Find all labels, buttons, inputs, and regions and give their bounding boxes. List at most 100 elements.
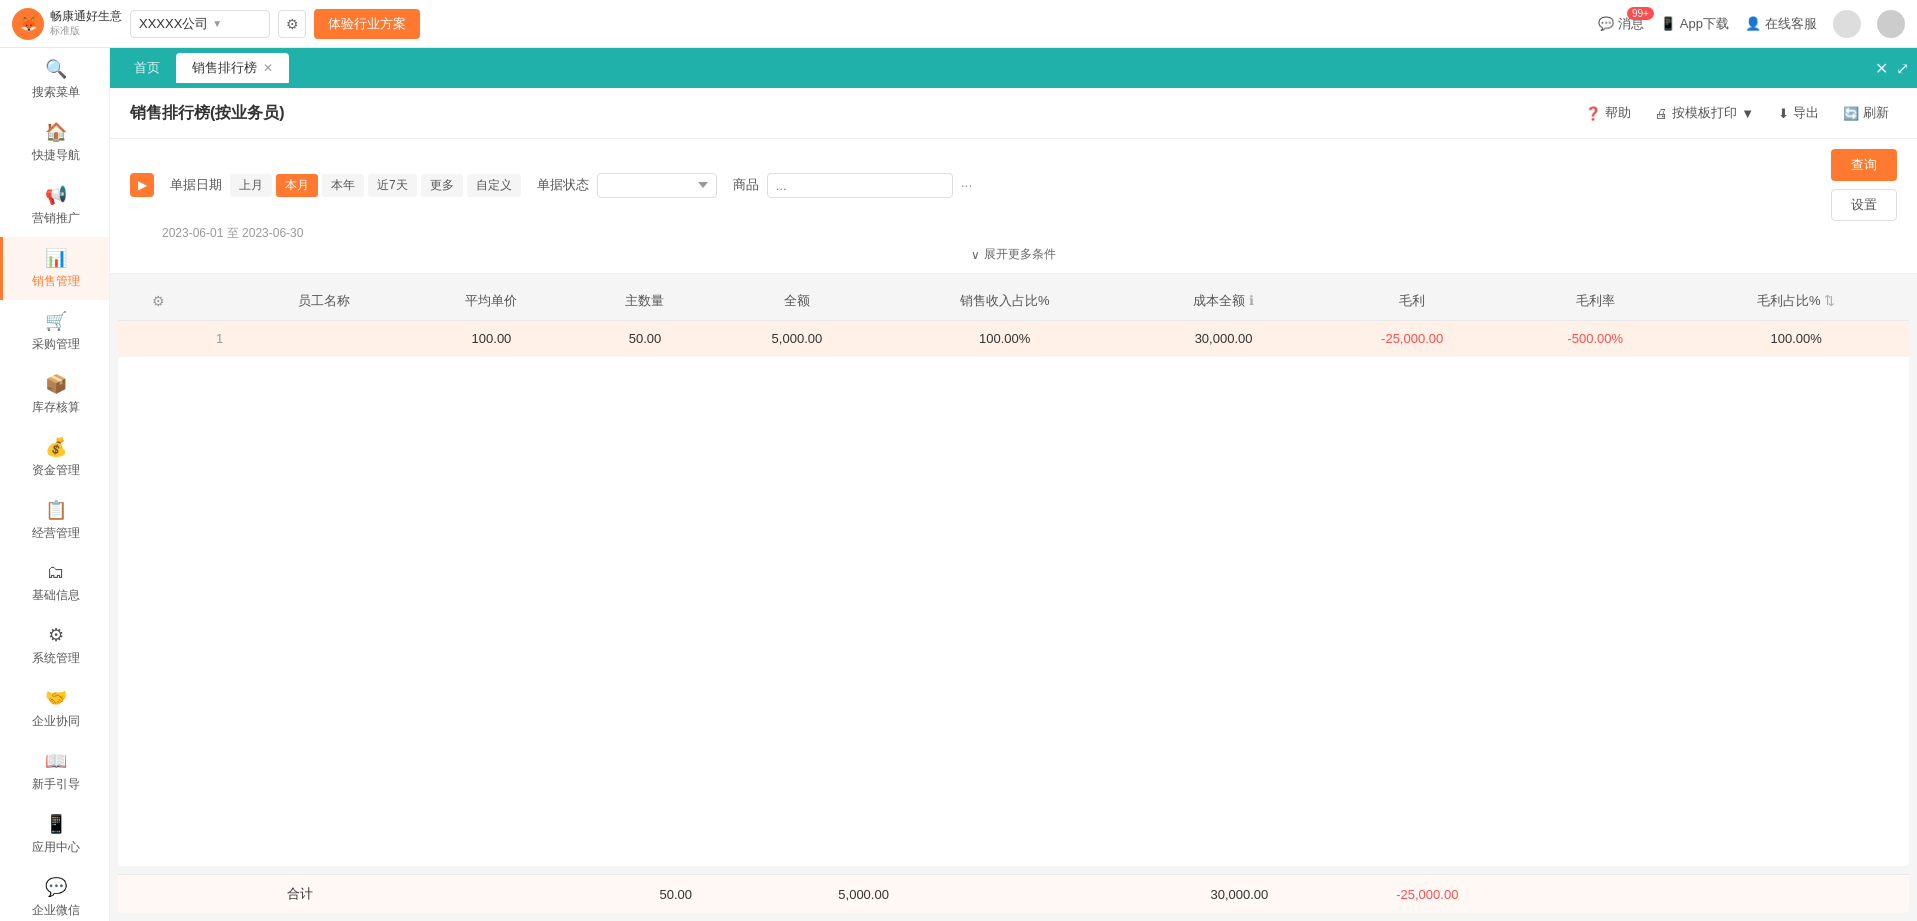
- row-sales-pct-cell: 100.00%: [879, 321, 1130, 357]
- date-pill-7days[interactable]: 近7天: [368, 174, 417, 197]
- date-pill-last-month[interactable]: 上月: [230, 174, 272, 197]
- date-pill-this-month[interactable]: 本月: [276, 174, 318, 197]
- refresh-icon: 🔄: [1843, 106, 1859, 121]
- company-name: XXXXX公司: [139, 15, 208, 33]
- status-label: 单据状态: [537, 176, 589, 194]
- expand-btn[interactable]: ∨ 展开更多条件: [971, 246, 1056, 263]
- sidebar-item-quick-nav[interactable]: 🏠 快捷导航: [0, 111, 109, 174]
- sidebar-item-basics[interactable]: 🗂 基础信息: [0, 552, 109, 614]
- sidebar-item-wechat[interactable]: 💬 企业微信: [0, 866, 109, 921]
- sidebar-item-finance[interactable]: 💰 资金管理: [0, 426, 109, 489]
- app-download-btn[interactable]: 📱 App下载: [1660, 15, 1729, 33]
- message-badge: 99+: [1627, 7, 1654, 20]
- purchase-icon: 🛒: [45, 310, 67, 332]
- profit-pct-label: 毛利占比%: [1757, 293, 1821, 308]
- query-button[interactable]: 查询: [1831, 149, 1897, 181]
- footer-label: 合计: [206, 885, 394, 903]
- sidebar-item-search-order[interactable]: 🔍 搜索菜单: [0, 48, 109, 111]
- tab-sales-rank[interactable]: 销售排行榜 ✕: [176, 53, 289, 83]
- logo-icon: 🦊: [12, 8, 44, 40]
- print-button[interactable]: 🖨 按模板打印 ▼: [1647, 100, 1762, 126]
- date-pill-more[interactable]: 更多: [421, 174, 463, 197]
- footer-quantity: 50.00: [582, 887, 770, 902]
- row-quantity-cell: 50.00: [575, 321, 714, 357]
- table-footer: 合计 50.00 5,000.00 30,000.00 -25,000.00: [118, 874, 1909, 913]
- date-filter-group: 单据日期 上月 本月 本年 近7天 更多 自定义: [170, 174, 521, 197]
- sidebar-label-purchase: 采购管理: [32, 336, 80, 353]
- help-button[interactable]: ❓ 帮助: [1577, 100, 1639, 126]
- col-avg-price: 平均单价: [408, 282, 576, 321]
- cost-info-icon[interactable]: ℹ: [1249, 293, 1254, 308]
- profit-pct-sort-icon[interactable]: ⇅: [1824, 293, 1835, 308]
- message-icon: 💬: [1598, 16, 1614, 31]
- col-profit: 毛利: [1317, 282, 1507, 321]
- date-pills: 上月 本月 本年 近7天 更多 自定义: [230, 174, 521, 197]
- sales-table: ⚙ 员工名称 平均单价 主数量 全额 销售收入占比% 成本全额 ℹ: [118, 282, 1909, 357]
- tab-home[interactable]: 首页: [118, 53, 176, 83]
- export-button[interactable]: ⬇ 导出: [1770, 100, 1827, 126]
- company-selector[interactable]: XXXXX公司 ▼: [130, 10, 270, 38]
- support-label: 在线客服: [1765, 15, 1817, 33]
- column-settings-icon[interactable]: ⚙: [152, 293, 165, 309]
- table-wrapper: ⚙ 员工名称 平均单价 主数量 全额 销售收入占比% 成本全额 ℹ: [118, 282, 1909, 866]
- goods-label: 商品: [733, 176, 759, 194]
- goods-more-btn[interactable]: ···: [961, 177, 973, 193]
- enterprise-icon: 🤝: [45, 687, 67, 709]
- col-amount: 全额: [715, 282, 880, 321]
- refresh-button[interactable]: 🔄 刷新: [1835, 100, 1897, 126]
- row-profit-cell: -25,000.00: [1317, 321, 1507, 357]
- settings-button[interactable]: 设置: [1831, 189, 1897, 221]
- sidebar-item-operations[interactable]: 📋 经营管理: [0, 489, 109, 552]
- tab-bar: 首页 销售排行榜 ✕ ✕ ⤢: [110, 48, 1917, 88]
- settings-icon[interactable]: ⚙: [278, 10, 306, 38]
- app-icon: 📱: [1660, 16, 1676, 31]
- table-row: 1 100.00 50.00 5,000.00 100.00% 30,000.0…: [118, 321, 1909, 357]
- trial-button[interactable]: 体验行业方案: [314, 9, 420, 39]
- footer-profit: -25,000.00: [1333, 887, 1521, 902]
- table-header-row: ⚙ 员工名称 平均单价 主数量 全额 销售收入占比% 成本全额 ℹ: [118, 282, 1909, 321]
- top-header: 🦊 畅康通好生意 标准版 XXXXX公司 ▼ ⚙ 体验行业方案 💬 消息 99+…: [0, 0, 1917, 48]
- sales-icon: 📊: [45, 247, 67, 269]
- avatar[interactable]: [1833, 10, 1861, 38]
- sidebar-label-appstore: 应用中心: [32, 839, 80, 856]
- cost-label: 成本全额: [1193, 293, 1245, 308]
- wechat-icon: 💬: [45, 876, 67, 898]
- sidebar-item-appstore[interactable]: 📱 应用中心: [0, 803, 109, 866]
- logo-text: 畅康通好生意: [50, 9, 122, 25]
- goods-input[interactable]: [767, 173, 953, 198]
- sidebar-item-guide[interactable]: 📖 新手引导: [0, 740, 109, 803]
- filter-toggle-btn[interactable]: ▶: [130, 173, 154, 197]
- message-btn[interactable]: 💬 消息 99+: [1598, 15, 1644, 33]
- company-dropdown-arrow: ▼: [212, 18, 222, 29]
- row-settings-cell: [118, 321, 200, 357]
- sidebar-item-sales[interactable]: 📊 销售管理: [0, 237, 109, 300]
- sidebar-item-marketing[interactable]: 📢 营销推广: [0, 174, 109, 237]
- tab-sales-rank-label: 销售排行榜: [192, 59, 257, 77]
- tab-close-icon[interactable]: ✕: [263, 61, 273, 75]
- sidebar-item-system[interactable]: ⚙ 系统管理: [0, 614, 109, 677]
- date-pill-custom[interactable]: 自定义: [467, 174, 521, 197]
- print-arrow: ▼: [1741, 106, 1754, 121]
- sidebar-item-inventory[interactable]: 📦 库存核算: [0, 363, 109, 426]
- col-settings: ⚙: [118, 282, 200, 321]
- row-profit-rate-cell: -500.00%: [1507, 321, 1683, 357]
- date-label: 单据日期: [170, 176, 222, 194]
- tab-maximize-btn[interactable]: ⤢: [1896, 59, 1909, 78]
- sidebar-item-purchase[interactable]: 🛒 采购管理: [0, 300, 109, 363]
- footer-amount: 5,000.00: [770, 887, 958, 902]
- sidebar-label-inventory: 库存核算: [32, 399, 80, 416]
- filter-toggle-icon: ▶: [138, 178, 147, 192]
- col-profit-pct: 毛利占比% ⇅: [1683, 282, 1909, 321]
- row-amount-cell: 5,000.00: [715, 321, 880, 357]
- tab-close-btn[interactable]: ✕: [1875, 59, 1888, 78]
- page-title: 销售排行榜(按业务员): [130, 103, 1577, 124]
- avatar-placeholder: [1877, 10, 1905, 38]
- date-pill-this-year[interactable]: 本年: [322, 174, 364, 197]
- sidebar-label-wechat: 企业微信: [32, 902, 80, 919]
- col-sales-pct: 销售收入占比%: [879, 282, 1130, 321]
- status-select[interactable]: [597, 173, 717, 198]
- page-header: 销售排行榜(按业务员) ❓ 帮助 🖨 按模板打印 ▼ ⬇ 导出: [110, 88, 1917, 139]
- refresh-label: 刷新: [1863, 104, 1889, 122]
- sidebar-item-enterprise[interactable]: 🤝 企业协同: [0, 677, 109, 740]
- online-support-btn[interactable]: 👤 在线客服: [1745, 15, 1817, 33]
